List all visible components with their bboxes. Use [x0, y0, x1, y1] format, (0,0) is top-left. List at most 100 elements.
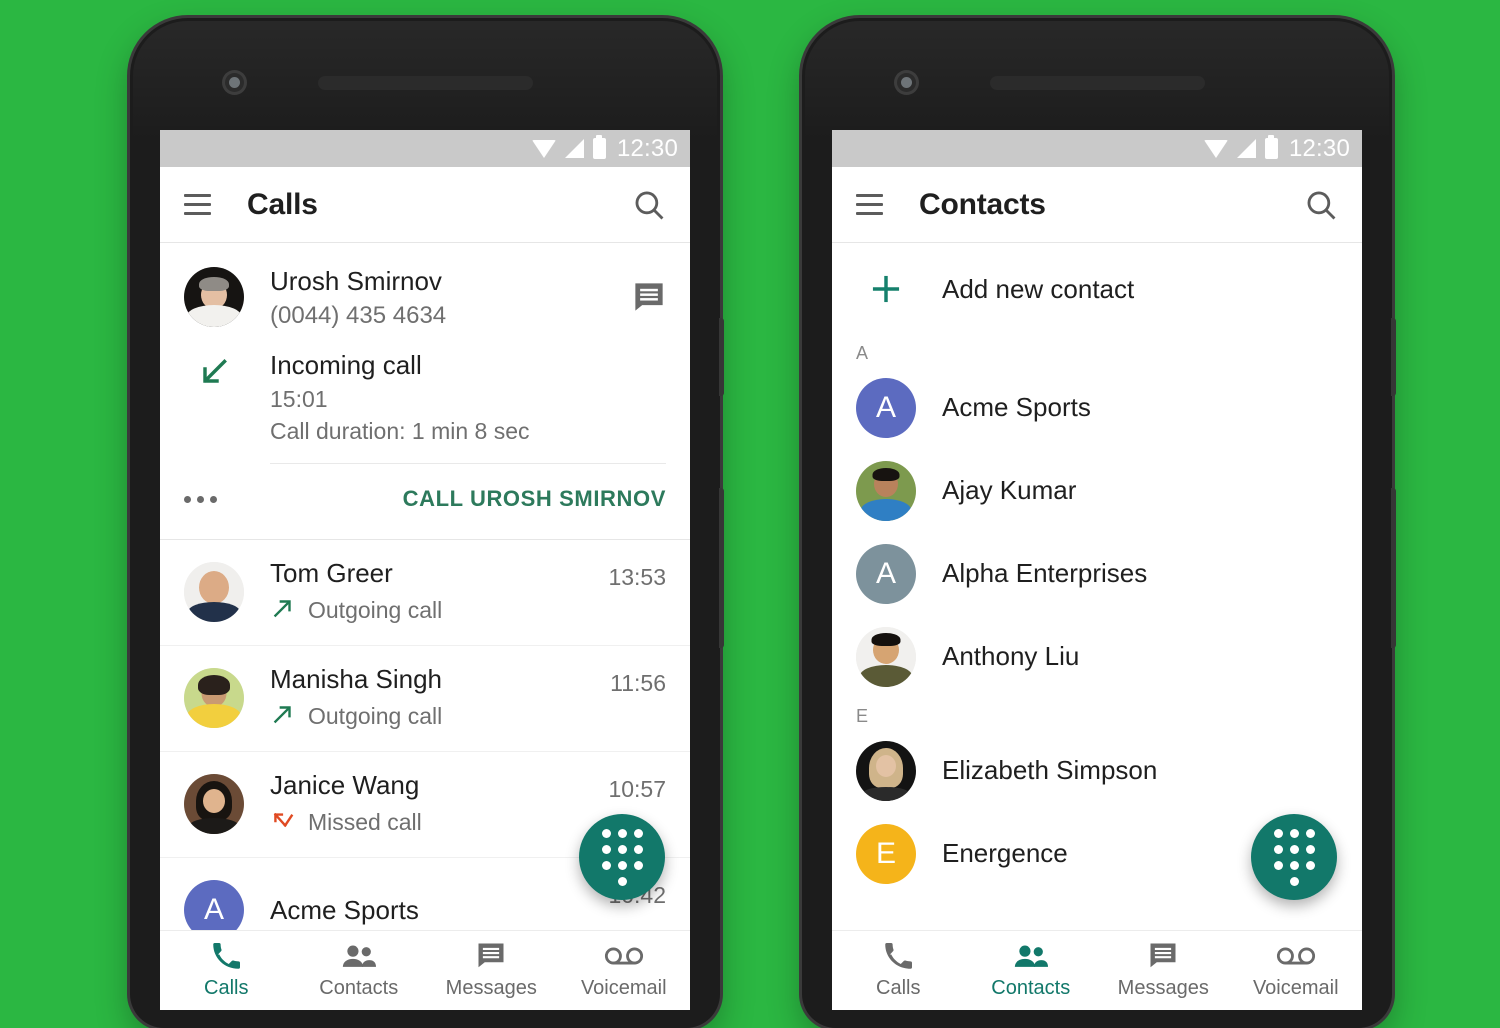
avatar	[184, 267, 244, 328]
search-icon[interactable]	[632, 188, 666, 222]
dialpad-icon	[601, 828, 643, 886]
message-icon	[1148, 941, 1178, 971]
app-bar-contacts: Contacts	[832, 167, 1362, 243]
section-header: E	[856, 706, 869, 726]
expanded-call-card[interactable]: Urosh Smirnov (0044) 435 4634 Incoming c…	[160, 243, 690, 540]
status-bar: 12:30	[160, 130, 690, 167]
nav-item-contacts[interactable]: Contacts	[965, 941, 1098, 1000]
call-log-row[interactable]: Manisha Singh Outgoing call 11:56	[160, 646, 690, 752]
nav-label: Contacts	[319, 977, 399, 999]
contact-row[interactable]: Ajay Kumar	[832, 449, 1362, 532]
battery-icon	[1264, 135, 1278, 159]
missed-call-arrow-icon	[270, 807, 296, 838]
front-camera-icon	[222, 70, 247, 95]
nav-item-messages[interactable]: Messages	[1097, 941, 1230, 1000]
avatar: A	[856, 543, 916, 604]
avatar	[184, 774, 244, 834]
avatar	[184, 562, 244, 622]
avatar	[856, 740, 916, 801]
nav-label: Calls	[876, 977, 921, 999]
nav-item-contacts[interactable]: Contacts	[293, 941, 426, 1000]
overflow-dots-icon[interactable]	[184, 495, 217, 503]
phone-icon	[883, 941, 913, 971]
dialpad-icon	[1273, 828, 1315, 886]
contact-name: Alpha Enterprises	[942, 558, 1148, 588]
call-log-time: 13:53	[608, 563, 666, 590]
voicemail-icon	[604, 941, 644, 971]
call-log-type: Outgoing call	[308, 597, 443, 623]
expanded-call-header: Urosh Smirnov (0044) 435 4634	[160, 243, 690, 340]
nav-item-calls[interactable]: Calls	[160, 941, 293, 1000]
phone-device-calls: 12:30 Calls Urosh Smirnov (0044) 435 463…	[130, 18, 724, 1028]
nav-item-calls[interactable]: Calls	[832, 941, 965, 1000]
incoming-call-arrow-icon	[184, 350, 244, 445]
nav-item-voicemail[interactable]: Voicemail	[558, 941, 691, 1000]
contact-name: Energence	[942, 838, 1068, 868]
outgoing-call-arrow-icon	[270, 595, 296, 626]
dialpad-fab[interactable]	[1251, 814, 1337, 900]
people-icon	[342, 941, 376, 971]
call-log-row[interactable]: Tom Greer Outgoing call 13:53	[160, 540, 690, 646]
power-button[interactable]	[1391, 318, 1396, 396]
voicemail-icon	[1276, 941, 1316, 971]
app-bar-calls: Calls	[160, 167, 690, 243]
call-duration: Call duration: 1 min 8 sec	[270, 417, 530, 444]
avatar: E	[856, 823, 916, 884]
call-log-type: Outgoing call	[308, 703, 443, 729]
contact-name: Acme Sports	[942, 392, 1091, 422]
phone-icon	[211, 941, 241, 971]
volume-button[interactable]	[1391, 488, 1396, 648]
call-log-name: Manisha Singh	[270, 664, 442, 694]
status-bar-time: 12:30	[616, 134, 678, 162]
search-icon[interactable]	[1304, 188, 1338, 222]
screenshot-stage: 12:30 Calls Urosh Smirnov (0044) 435 463…	[0, 0, 1500, 1028]
expanded-call-actions: CALL UROSH SMIRNOV	[184, 462, 666, 535]
call-log-time: 10:57	[608, 775, 666, 802]
front-camera-icon	[894, 70, 919, 95]
phone-device-contacts: 12:30 Contacts Add new contact A A Acme …	[802, 18, 1396, 1028]
avatar	[184, 668, 244, 728]
add-new-contact-label: Add new contact	[942, 273, 1135, 304]
screen-calls: 12:30 Calls Urosh Smirnov (0044) 435 463…	[160, 130, 690, 1010]
nav-label: Contacts	[991, 977, 1071, 999]
call-log-name: Acme Sports	[270, 894, 419, 925]
call-type: Incoming call	[270, 349, 422, 380]
nav-label: Voicemail	[580, 977, 667, 999]
battery-icon	[592, 135, 606, 159]
add-new-contact-button[interactable]: Add new contact	[832, 243, 1362, 335]
contact-name: Urosh Smirnov	[270, 266, 442, 296]
wifi-icon	[1203, 139, 1228, 158]
contact-name: Elizabeth Simpson	[942, 755, 1158, 785]
signal-icon	[564, 139, 584, 158]
page-title: Calls	[247, 187, 318, 221]
call-contact-button[interactable]: CALL UROSH SMIRNOV	[403, 486, 666, 512]
avatar	[856, 460, 916, 521]
call-log-name: Janice Wang	[270, 770, 420, 800]
volume-button[interactable]	[719, 488, 724, 648]
nav-label: Calls	[204, 977, 249, 999]
bottom-navigation-contacts: Calls Contacts Messages Voicemail	[832, 930, 1362, 1010]
power-button[interactable]	[719, 318, 724, 396]
contact-row[interactable]: A Alpha Enterprises	[832, 532, 1362, 615]
avatar	[856, 626, 916, 687]
status-bar-time: 12:30	[1288, 134, 1350, 162]
nav-item-voicemail[interactable]: Voicemail	[1230, 941, 1363, 1000]
message-icon	[476, 941, 506, 971]
nav-label: Voicemail	[1252, 977, 1339, 999]
hamburger-icon[interactable]	[184, 194, 211, 215]
message-icon[interactable]	[632, 282, 666, 312]
contact-row[interactable]: Anthony Liu	[832, 615, 1362, 698]
contact-row[interactable]: A Acme Sports	[832, 366, 1362, 449]
signal-icon	[1236, 139, 1256, 158]
nav-item-messages[interactable]: Messages	[425, 941, 558, 1000]
hamburger-icon[interactable]	[856, 194, 883, 215]
nav-label: Messages	[1117, 977, 1209, 999]
contact-name: Anthony Liu	[942, 641, 1080, 671]
nav-label: Messages	[445, 977, 537, 999]
outgoing-call-arrow-icon	[270, 701, 296, 732]
call-log-time: 11:56	[610, 669, 666, 696]
plus-icon	[856, 273, 916, 305]
contact-name: Ajay Kumar	[942, 475, 1077, 505]
dialpad-fab[interactable]	[579, 814, 665, 900]
contact-row[interactable]: Elizabeth Simpson	[832, 729, 1362, 812]
